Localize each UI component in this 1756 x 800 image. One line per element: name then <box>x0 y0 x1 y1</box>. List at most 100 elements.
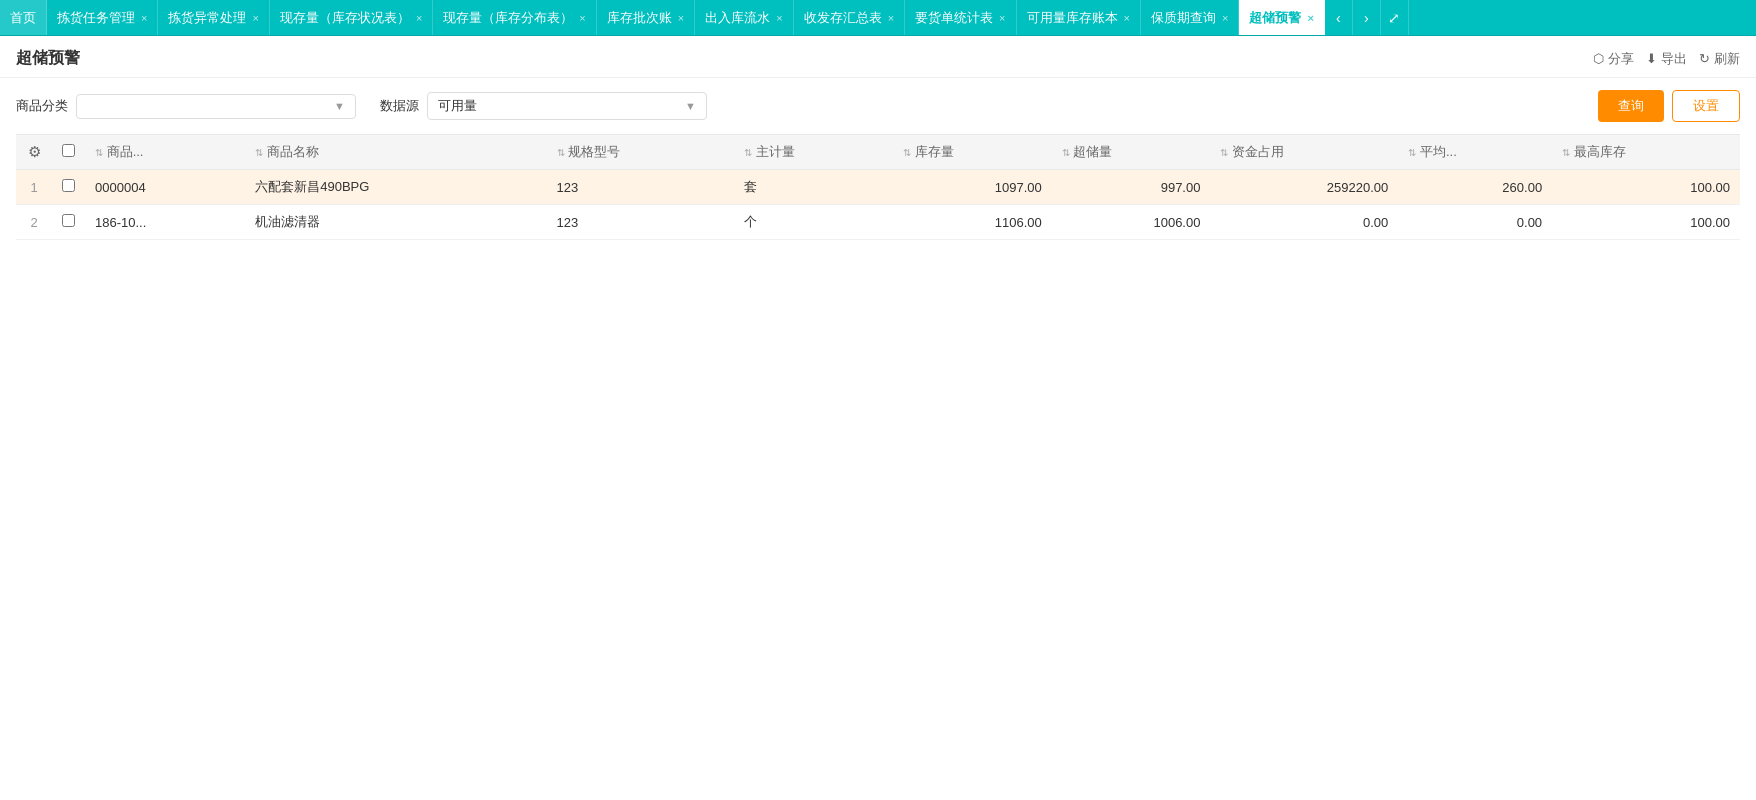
col-stock[interactable]: ⇅ 库存量 <box>893 135 1052 170</box>
header-actions: ⬡ 分享 ⬇ 导出 ↻ 刷新 <box>1593 50 1740 68</box>
data-table: ⚙ ⇅ 商品... ⇅ 商品名称 ⇅ 规格型号 ⇅ <box>16 134 1740 240</box>
close-icon[interactable]: × <box>678 12 684 24</box>
share-icon: ⬡ <box>1593 51 1604 66</box>
nav-expand-arrow[interactable]: ⤢ <box>1381 0 1409 35</box>
gear-icon[interactable]: ⚙ <box>28 143 41 160</box>
cell-product-code: 186-10... <box>85 205 245 240</box>
row-checkbox-cell[interactable] <box>52 205 85 240</box>
nav-tab-batch[interactable]: 库存批次账 × <box>597 0 695 35</box>
col-overstock[interactable]: ⇅ 超储量 <box>1052 135 1211 170</box>
nav-tab-available[interactable]: 可用量库存账本 × <box>1017 0 1141 35</box>
close-icon[interactable]: × <box>888 12 894 24</box>
close-icon[interactable]: × <box>416 12 422 24</box>
cell-product-name: 六配套新昌490BPG <box>245 170 546 205</box>
cell-stock: 1106.00 <box>893 205 1052 240</box>
cell-stock: 1097.00 <box>893 170 1052 205</box>
close-icon[interactable]: × <box>1222 12 1228 24</box>
cell-product-code: 0000004 <box>85 170 245 205</box>
datasource-select[interactable]: 可用量 ▼ <box>427 92 707 120</box>
close-icon[interactable]: × <box>252 12 258 24</box>
category-label: 商品分类 <box>16 97 68 115</box>
nav-tab-exception[interactable]: 拣货异常处理 × <box>158 0 269 35</box>
nav-tab-stock-status[interactable]: 现存量（库存状况表） × <box>270 0 433 35</box>
sort-icon: ⇅ <box>1062 147 1070 158</box>
query-button[interactable]: 查询 <box>1598 90 1664 122</box>
sort-icon: ⇅ <box>95 147 103 158</box>
sort-icon: ⇅ <box>1562 147 1570 158</box>
table-container: ⚙ ⇅ 商品... ⇅ 商品名称 ⇅ 规格型号 ⇅ <box>0 134 1756 240</box>
category-select[interactable]: ▼ <box>76 94 356 119</box>
table-header-row: ⚙ ⇅ 商品... ⇅ 商品名称 ⇅ 规格型号 ⇅ <box>16 135 1740 170</box>
checkbox-header[interactable] <box>52 135 85 170</box>
nav-next-arrow[interactable]: › <box>1353 0 1381 35</box>
col-capital[interactable]: ⇅ 资金占用 <box>1210 135 1398 170</box>
table-body: 1 0000004 六配套新昌490BPG 123 套 1097.00 997.… <box>16 170 1740 240</box>
export-icon: ⬇ <box>1646 51 1657 66</box>
select-all-checkbox[interactable] <box>62 144 75 157</box>
top-nav: 首页 拣货任务管理 × 拣货异常处理 × 现存量（库存状况表） × 现存量（库存… <box>0 0 1756 36</box>
sort-icon: ⇅ <box>903 147 911 158</box>
close-icon[interactable]: × <box>776 12 782 24</box>
sort-icon: ⇅ <box>255 147 263 158</box>
settings-header: ⚙ <box>16 135 52 170</box>
col-product-name[interactable]: ⇅ 商品名称 <box>245 135 546 170</box>
nav-tab-task[interactable]: 拣货任务管理 × <box>47 0 158 35</box>
cell-product-name: 机油滤清器 <box>245 205 546 240</box>
close-icon[interactable]: × <box>141 12 147 24</box>
sort-icon: ⇅ <box>557 147 565 158</box>
chevron-down-icon: ▼ <box>334 100 345 112</box>
datasource-value: 可用量 <box>438 97 477 115</box>
sort-icon: ⇅ <box>1408 147 1416 158</box>
cell-max-stock: 100.00 <box>1552 205 1740 240</box>
row-checkbox-cell[interactable] <box>52 170 85 205</box>
close-icon[interactable]: × <box>1307 12 1313 24</box>
filter-bar: 商品分类 ▼ 数据源 可用量 ▼ 查询 设置 <box>0 78 1756 134</box>
cell-capital: 259220.00 <box>1210 170 1398 205</box>
share-button[interactable]: ⬡ 分享 <box>1593 50 1634 68</box>
nav-tab-stock-dist[interactable]: 现存量（库存分布表） × <box>433 0 596 35</box>
cell-avg: 0.00 <box>1398 205 1552 240</box>
datasource-label: 数据源 <box>380 97 419 115</box>
col-spec[interactable]: ⇅ 规格型号 <box>547 135 735 170</box>
category-select-text <box>87 99 91 114</box>
table-row: 2 186-10... 机油滤清器 123 个 1106.00 1006.00 … <box>16 205 1740 240</box>
refresh-button[interactable]: ↻ 刷新 <box>1699 50 1740 68</box>
sort-icon: ⇅ <box>1220 147 1228 158</box>
set-button[interactable]: 设置 <box>1672 90 1740 122</box>
row-num: 1 <box>16 170 52 205</box>
col-product-code[interactable]: ⇅ 商品... <box>85 135 245 170</box>
col-avg[interactable]: ⇅ 平均... <box>1398 135 1552 170</box>
cell-overstock: 997.00 <box>1052 170 1211 205</box>
row-checkbox[interactable] <box>62 179 75 192</box>
category-filter: 商品分类 ▼ <box>16 94 356 119</box>
chevron-down-icon: ▼ <box>685 100 696 112</box>
close-icon[interactable]: × <box>579 12 585 24</box>
nav-tab-home[interactable]: 首页 <box>0 0 47 35</box>
nav-tab-flow[interactable]: 出入库流水 × <box>695 0 793 35</box>
table-row: 1 0000004 六配套新昌490BPG 123 套 1097.00 997.… <box>16 170 1740 205</box>
close-icon[interactable]: × <box>999 12 1005 24</box>
col-unit[interactable]: ⇅ 主计量 <box>734 135 893 170</box>
cell-spec: 123 <box>547 205 735 240</box>
nav-tab-requisition[interactable]: 要货单统计表 × <box>905 0 1016 35</box>
cell-avg: 260.00 <box>1398 170 1552 205</box>
row-checkbox[interactable] <box>62 214 75 227</box>
cell-spec: 123 <box>547 170 735 205</box>
nav-tab-summary[interactable]: 收发存汇总表 × <box>794 0 905 35</box>
export-button[interactable]: ⬇ 导出 <box>1646 50 1687 68</box>
cell-unit: 个 <box>734 205 893 240</box>
filter-actions: 查询 设置 <box>1598 90 1740 122</box>
page-title: 超储预警 <box>16 48 80 69</box>
page-header: 超储预警 ⬡ 分享 ⬇ 导出 ↻ 刷新 <box>0 36 1756 78</box>
cell-overstock: 1006.00 <box>1052 205 1211 240</box>
datasource-filter: 数据源 可用量 ▼ <box>380 92 707 120</box>
cell-unit: 套 <box>734 170 893 205</box>
cell-max-stock: 100.00 <box>1552 170 1740 205</box>
nav-tab-expiry[interactable]: 保质期查询 × <box>1141 0 1239 35</box>
cell-capital: 0.00 <box>1210 205 1398 240</box>
nav-tab-overstock[interactable]: 超储预警 × <box>1239 0 1324 35</box>
nav-prev-arrow[interactable]: ‹ <box>1325 0 1353 35</box>
close-icon[interactable]: × <box>1124 12 1130 24</box>
col-max-stock[interactable]: ⇅ 最高库存 <box>1552 135 1740 170</box>
row-num: 2 <box>16 205 52 240</box>
